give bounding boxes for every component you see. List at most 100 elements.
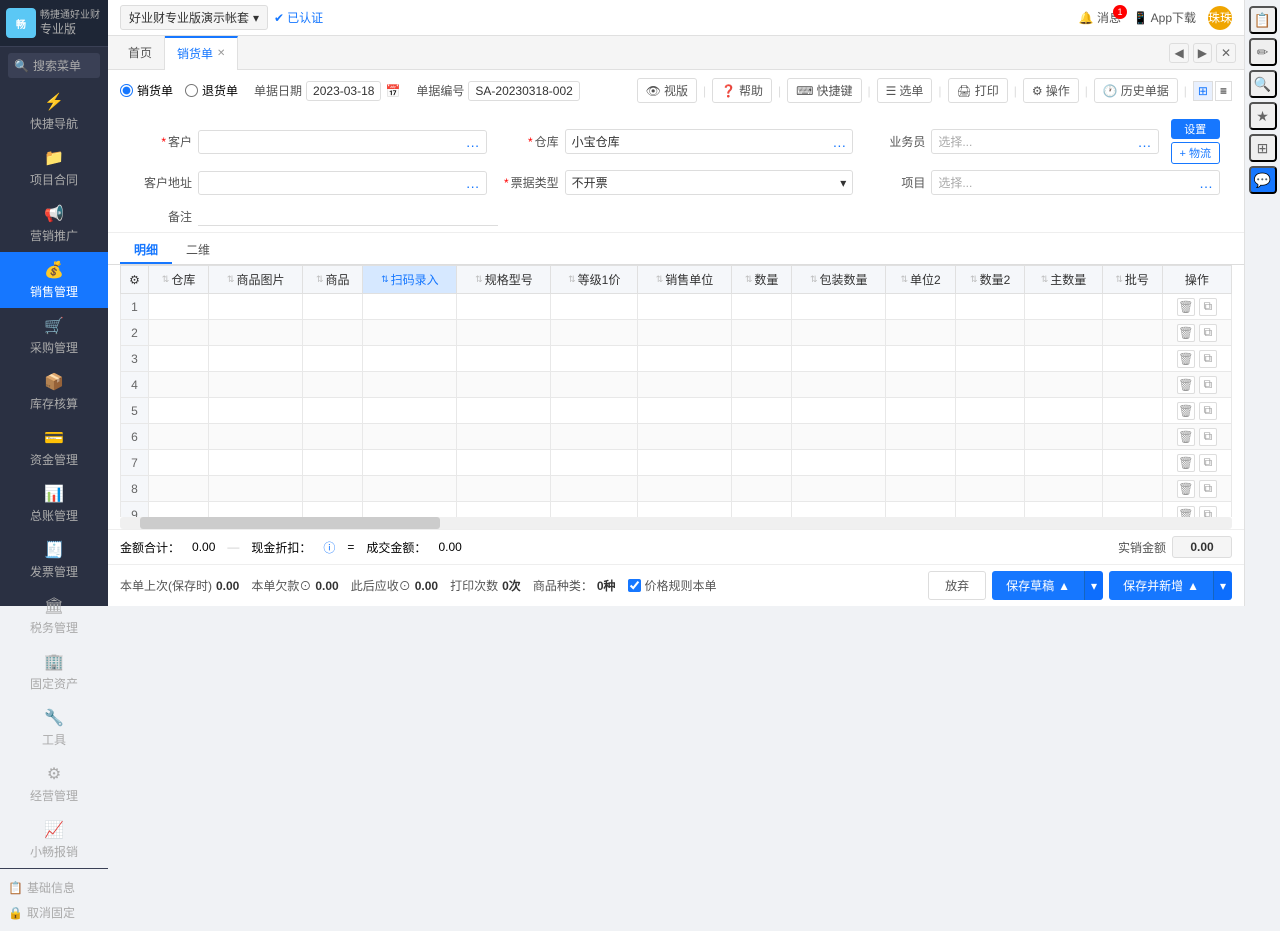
right-panel-btn-2[interactable]: ✏: [1249, 38, 1277, 66]
delete-row-button[interactable]: 🗑: [1177, 350, 1195, 368]
cell-3-5[interactable]: [551, 346, 638, 372]
layout-toggle[interactable]: ⊞ ≡: [1193, 81, 1232, 101]
copy-row-button[interactable]: ⧉: [1199, 298, 1217, 316]
cell-1-9[interactable]: [886, 294, 956, 320]
scroll-thumb[interactable]: [140, 517, 440, 529]
cell-2-12[interactable]: [1102, 320, 1162, 346]
cell-2-0[interactable]: [149, 320, 209, 346]
cell-5-12[interactable]: [1102, 398, 1162, 424]
sidebar-item-assets[interactable]: 🏢 固定资产: [0, 644, 108, 700]
cell-2-10[interactable]: [955, 320, 1025, 346]
cell-6-6[interactable]: [638, 424, 732, 450]
cell-6-7[interactable]: [732, 424, 792, 450]
cell-8-8[interactable]: [792, 476, 886, 502]
staff-dots-icon[interactable]: …: [1138, 134, 1152, 150]
cell-4-8[interactable]: [792, 372, 886, 398]
search-button[interactable]: 🔍 搜索菜单: [8, 53, 100, 78]
cell-9-8[interactable]: [792, 502, 886, 518]
tab-home[interactable]: 首页: [116, 36, 165, 70]
cell-2-11[interactable]: [1025, 320, 1102, 346]
cell-7-7[interactable]: [732, 450, 792, 476]
copy-row-button[interactable]: ⧉: [1199, 350, 1217, 368]
address-input[interactable]: …: [198, 171, 487, 195]
calendar-icon[interactable]: 📅: [385, 84, 400, 98]
list-layout-icon[interactable]: ≡: [1215, 81, 1232, 101]
cell-2-6[interactable]: [638, 320, 732, 346]
cell-5-6[interactable]: [638, 398, 732, 424]
tab-sale-order[interactable]: 销货单 ✕: [165, 36, 238, 70]
cell-7-3[interactable]: [363, 450, 457, 476]
tab-2d[interactable]: 二维: [172, 237, 224, 264]
right-panel-btn-1[interactable]: 📋: [1249, 6, 1277, 34]
cell-7-6[interactable]: [638, 450, 732, 476]
cell-9-9[interactable]: [886, 502, 956, 518]
cell-6-5[interactable]: [551, 424, 638, 450]
cell-4-2[interactable]: [303, 372, 363, 398]
copy-row-button[interactable]: ⧉: [1199, 428, 1217, 446]
cell-8-6[interactable]: [638, 476, 732, 502]
sidebar-item-accounts[interactable]: 📊 总账管理: [0, 476, 108, 532]
cell-8-1[interactable]: [209, 476, 303, 502]
cell-3-11[interactable]: [1025, 346, 1102, 372]
cell-2-2[interactable]: [303, 320, 363, 346]
sidebar-item-operations[interactable]: ⚙ 经营管理: [0, 756, 108, 812]
cell-6-9[interactable]: [886, 424, 956, 450]
cell-9-3[interactable]: [363, 502, 457, 518]
cell-4-3[interactable]: [363, 372, 457, 398]
cell-6-4[interactable]: [457, 424, 551, 450]
cell-7-12[interactable]: [1102, 450, 1162, 476]
cell-6-11[interactable]: [1025, 424, 1102, 450]
cell-7-5[interactable]: [551, 450, 638, 476]
cell-9-2[interactable]: [303, 502, 363, 518]
cell-8-11[interactable]: [1025, 476, 1102, 502]
delete-row-button[interactable]: 🗑: [1177, 428, 1195, 446]
save-new-button[interactable]: 保存并新增 ▲: [1109, 571, 1213, 600]
cell-3-1[interactable]: [209, 346, 303, 372]
delete-row-button[interactable]: 🗑: [1177, 376, 1195, 394]
cell-8-7[interactable]: [732, 476, 792, 502]
save-new-arrow-button[interactable]: ▾: [1213, 571, 1232, 600]
project-dots-icon[interactable]: …: [1199, 175, 1213, 191]
cell-4-12[interactable]: [1102, 372, 1162, 398]
grid-layout-icon[interactable]: ⊞: [1193, 81, 1213, 101]
warehouse-dots-icon[interactable]: …: [832, 134, 846, 150]
cell-8-3[interactable]: [363, 476, 457, 502]
cell-9-11[interactable]: [1025, 502, 1102, 518]
cell-8-5[interactable]: [551, 476, 638, 502]
cell-2-9[interactable]: [886, 320, 956, 346]
copy-row-button[interactable]: ⧉: [1199, 376, 1217, 394]
cell-6-10[interactable]: [955, 424, 1025, 450]
cell-3-2[interactable]: [303, 346, 363, 372]
cell-1-11[interactable]: [1025, 294, 1102, 320]
cell-8-0[interactable]: [149, 476, 209, 502]
cell-5-5[interactable]: [551, 398, 638, 424]
right-panel-btn-3[interactable]: 🔍: [1249, 70, 1277, 98]
sidebar-item-marketing[interactable]: 📢 营销推广: [0, 196, 108, 252]
right-panel-btn-4[interactable]: ★: [1249, 102, 1277, 130]
cell-5-9[interactable]: [886, 398, 956, 424]
cell-6-3[interactable]: [363, 424, 457, 450]
tab-close-all-button[interactable]: ✕: [1216, 43, 1236, 63]
cell-5-7[interactable]: [732, 398, 792, 424]
cell-5-8[interactable]: [792, 398, 886, 424]
cell-4-0[interactable]: [149, 372, 209, 398]
cell-7-1[interactable]: [209, 450, 303, 476]
cell-3-3[interactable]: [363, 346, 457, 372]
cell-6-8[interactable]: [792, 424, 886, 450]
invoice-select[interactable]: 不开票 ▾: [565, 170, 854, 195]
cell-4-10[interactable]: [955, 372, 1025, 398]
remarks-input[interactable]: [198, 207, 498, 226]
gear-icon[interactable]: ⚙: [129, 273, 140, 287]
delete-row-button[interactable]: 🗑: [1177, 402, 1195, 420]
cell-4-11[interactable]: [1025, 372, 1102, 398]
avatar[interactable]: 珠珠: [1208, 6, 1232, 30]
print-button[interactable]: 🖨 打印: [948, 78, 1008, 103]
customer-input[interactable]: …: [198, 130, 487, 154]
cell-5-0[interactable]: [149, 398, 209, 424]
cell-1-3[interactable]: [363, 294, 457, 320]
customer-dots-icon[interactable]: …: [466, 134, 480, 150]
sidebar-item-inventory[interactable]: 📦 库存核算: [0, 364, 108, 420]
sidebar-item-funds[interactable]: 💳 资金管理: [0, 420, 108, 476]
help-button[interactable]: ❓ 帮助: [712, 78, 772, 103]
cell-4-1[interactable]: [209, 372, 303, 398]
